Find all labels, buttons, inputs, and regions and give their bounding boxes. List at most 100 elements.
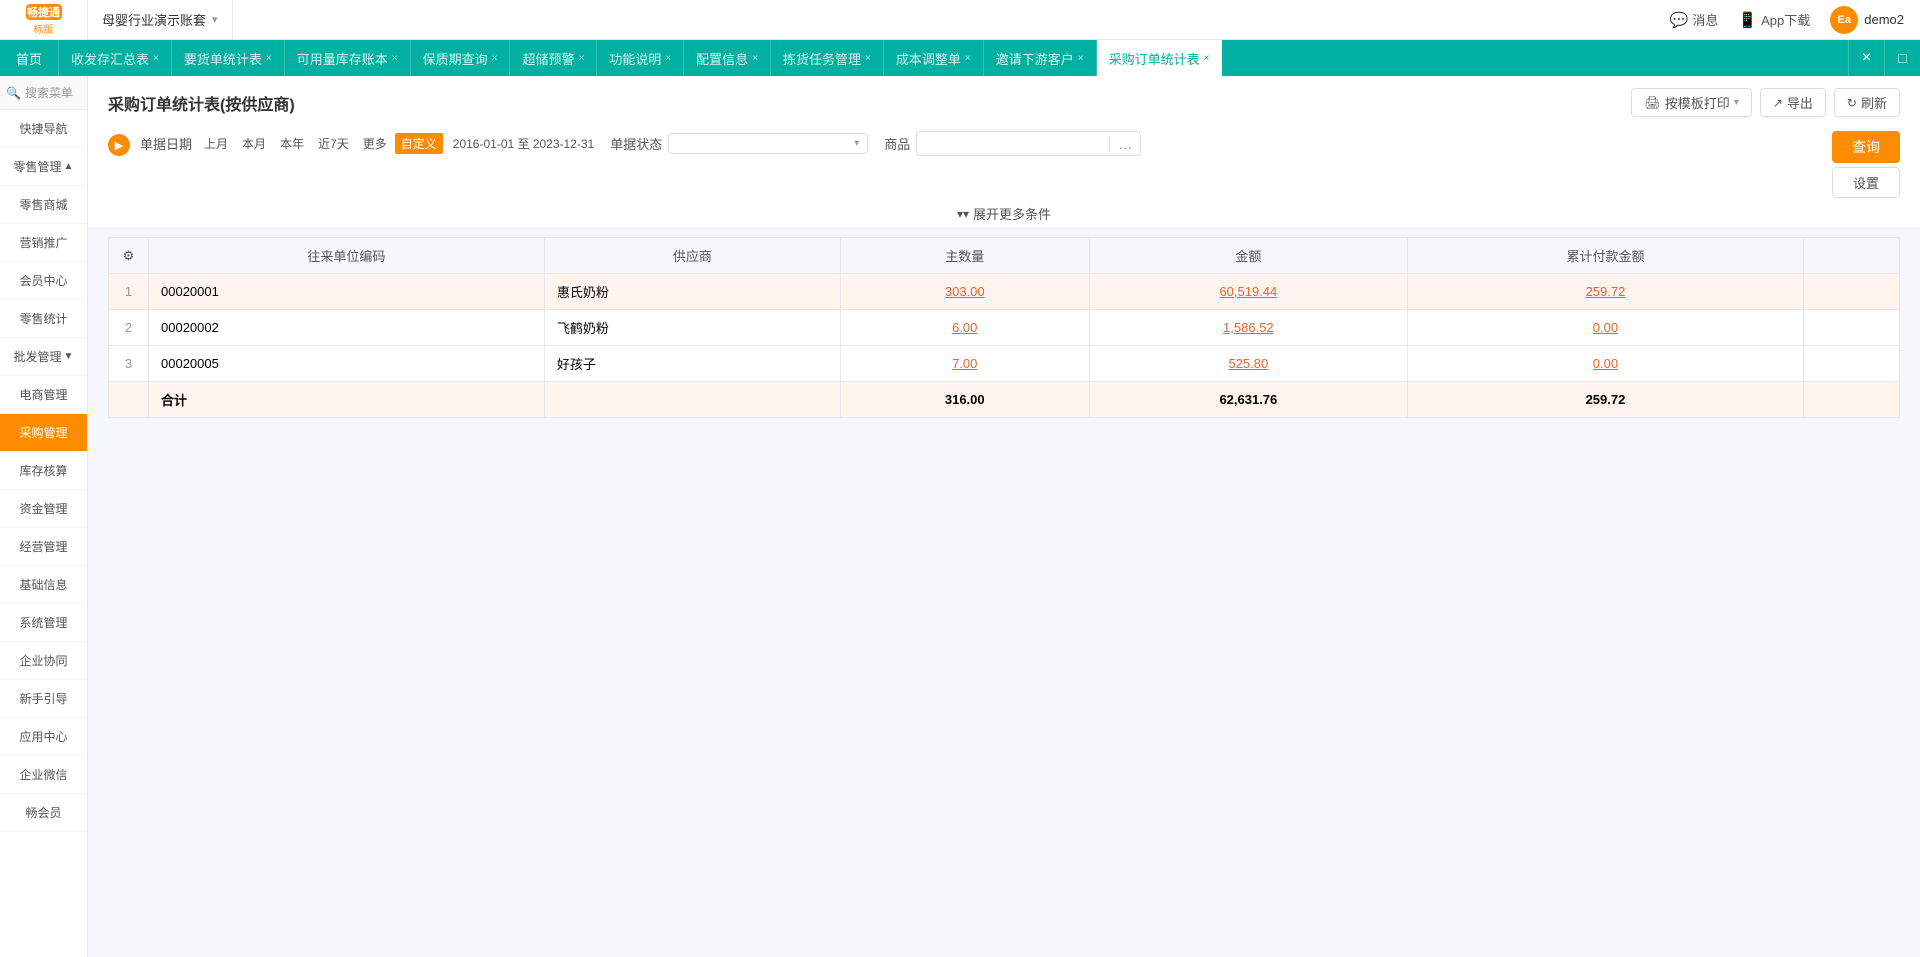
sidebar-item-finance[interactable]: 资金管理 [0,490,87,528]
sidebar-item-app-center[interactable]: 应用中心 [0,718,87,756]
app-center-label: 应用中心 [19,730,67,744]
status-select[interactable]: ▾ [668,133,868,154]
tab-yaoqing[interactable]: 邀请下游客户 × [984,40,1097,76]
goods-filter-group: 商品 … [884,131,1141,156]
tab-close-4[interactable]: × [492,53,498,64]
print-btn[interactable]: 🖨 按模板打印 ▾ [1631,88,1752,117]
expand-more-label: 展开更多条件 [973,204,1051,223]
row-amount-cell[interactable]: 1,586.52 [1089,310,1407,346]
tab-yaohuo[interactable]: 要货单统计表 × [172,40,285,76]
tab-gongneng[interactable]: 功能说明 × [597,40,684,76]
nav-close-all-btn[interactable]: × [1848,40,1884,76]
tab-caigou-active[interactable]: 采购订单统计表 × [1097,40,1223,76]
tab-baozhi[interactable]: 保质期查询 × [411,40,511,76]
tab-close-10[interactable]: × [1078,53,1084,64]
settings-btn[interactable]: 设置 [1832,167,1900,198]
expand-more-btn[interactable]: ▾▾ 展开更多条件 [957,204,1051,223]
sidebar-item-inventory[interactable]: 库存核算 [0,452,87,490]
row-qty-cell[interactable]: 303.00 [840,274,1089,310]
tab-close-2[interactable]: × [266,53,272,64]
tab-kuyongliang[interactable]: 可用量库存账本 × [285,40,411,76]
row-code-cell: 00020001 [149,274,545,310]
sidebar-item-marketing[interactable]: 营销推广 [0,224,87,262]
tab-close-9[interactable]: × [965,53,971,64]
row-qty-cell[interactable]: 6.00 [840,310,1089,346]
sidebar-search[interactable]: 🔍 搜索菜单 [0,76,87,110]
sidebar-item-ops-mgmt[interactable]: 经营管理 [0,528,87,566]
shortcut-7days[interactable]: 近7天 [312,133,355,154]
shortcut-last-month[interactable]: 上月 [198,133,234,154]
sidebar-item-retail-stat[interactable]: 零售统计 [0,300,87,338]
app-download-label: App下载 [1761,10,1810,29]
sidebar-item-new-guide[interactable]: 新手引导 [0,680,87,718]
sidebar-item-retail-mgmt[interactable]: 零售管理 ▲ [0,148,87,186]
shortcut-this-month[interactable]: 本月 [236,133,272,154]
workspace-selector[interactable]: 母婴行业演示账套 ▾ [88,0,233,40]
workspace-chevron: ▾ [212,13,218,26]
query-btn[interactable]: 查询 [1832,131,1900,163]
message-btn[interactable]: 💬 消息 [1670,10,1719,29]
tab-peizhi[interactable]: 配置信息 × [684,40,771,76]
quick-nav-label: 快捷导航 [19,122,67,136]
row-code-cell: 00020002 [149,310,545,346]
user-area[interactable]: Ea demo2 [1830,6,1904,34]
refresh-btn[interactable]: ↻ 刷新 [1834,88,1900,117]
filter-toggle-btn[interactable]: ▶ [108,134,130,156]
export-btn[interactable]: ↗ 导出 [1760,88,1826,117]
sidebar-item-wholesale-mgmt[interactable]: 批发管理 ▼ [0,338,87,376]
sidebar-item-basic-info[interactable]: 基础信息 [0,566,87,604]
row-paid-cell[interactable]: 259.72 [1408,274,1804,310]
date-filter-group: 单据日期 上月 本月 本年 近7天 更多 自定义 2016-01-01 至 20… [140,133,594,154]
th-paid: 累计付款金额 [1408,238,1804,274]
sidebar-item-ecom-mgmt[interactable]: 电商管理 [0,376,87,414]
tab-chaochuyujing[interactable]: 超储预警 × [510,40,597,76]
tab-close-5[interactable]: × [578,53,584,64]
purchase-mgmt-label: 采购管理 [19,426,67,440]
tab-home[interactable]: 首页 [0,40,59,76]
tab-close-11[interactable]: × [1204,53,1210,64]
message-icon: 💬 [1670,11,1689,29]
th-gear[interactable]: ⚙ [109,238,149,274]
row-supplier-cell: 飞鹤奶粉 [544,310,840,346]
row-amount-cell[interactable]: 60,519.44 [1089,274,1407,310]
app-download-btn[interactable]: 📱 App下载 [1738,10,1810,29]
sidebar-item-corp-collab[interactable]: 企业协同 [0,642,87,680]
row-paid-cell[interactable]: 0.00 [1408,310,1804,346]
retail-store-label: 零售商城 [19,198,67,212]
footer-amount: 62,631.76 [1089,382,1407,418]
tab-jianhuo[interactable]: 拣货任务管理 × [771,40,884,76]
sidebar-item-purchase-mgmt[interactable]: 采购管理 [0,414,87,452]
shortcut-this-year[interactable]: 本年 [274,133,310,154]
tab-close-3[interactable]: × [392,53,398,64]
user-name: demo2 [1864,12,1904,27]
logo-sub: 标版 [34,21,54,36]
sys-mgmt-label: 系统管理 [19,616,67,630]
tab-close-7[interactable]: × [752,53,758,64]
nav-restore-btn[interactable]: □ [1884,40,1920,76]
sidebar-item-corp-wechat[interactable]: 企业微信 [0,756,87,794]
corp-collab-label: 企业协同 [19,654,67,668]
goods-more-icon[interactable]: … [1109,136,1140,152]
th-amount: 金额 [1089,238,1407,274]
member-label: 会员中心 [19,274,67,288]
shortcut-more[interactable]: 更多 [357,133,393,154]
sidebar-item-member[interactable]: 会员中心 [0,262,87,300]
basic-info-label: 基础信息 [19,578,67,592]
row-amount-cell[interactable]: 525.80 [1089,346,1407,382]
row-qty-cell[interactable]: 7.00 [840,346,1089,382]
th-code: 往来单位编码 [149,238,545,274]
goods-input[interactable] [917,132,1109,155]
custom-date-tag[interactable]: 自定义 [395,133,443,154]
tab-close-8[interactable]: × [865,53,871,64]
tab-shoufacun[interactable]: 收发存汇总表 × [59,40,172,76]
sidebar-item-vip[interactable]: 畅会员 [0,794,87,832]
sidebar-item-quick-nav[interactable]: 快捷导航 [0,110,87,148]
sidebar-item-retail-store[interactable]: 零售商城 [0,186,87,224]
wholesale-mgmt-label: 批发管理 [14,348,62,365]
tab-close-1[interactable]: × [153,53,159,64]
row-paid-cell[interactable]: 0.00 [1408,346,1804,382]
sidebar-item-sys-mgmt[interactable]: 系统管理 [0,604,87,642]
table-row: 1 00020001 惠氏奶粉 303.00 60,519.44 259.72 [109,274,1900,310]
tab-chengben[interactable]: 成本调整单 × [884,40,984,76]
tab-close-6[interactable]: × [665,53,671,64]
